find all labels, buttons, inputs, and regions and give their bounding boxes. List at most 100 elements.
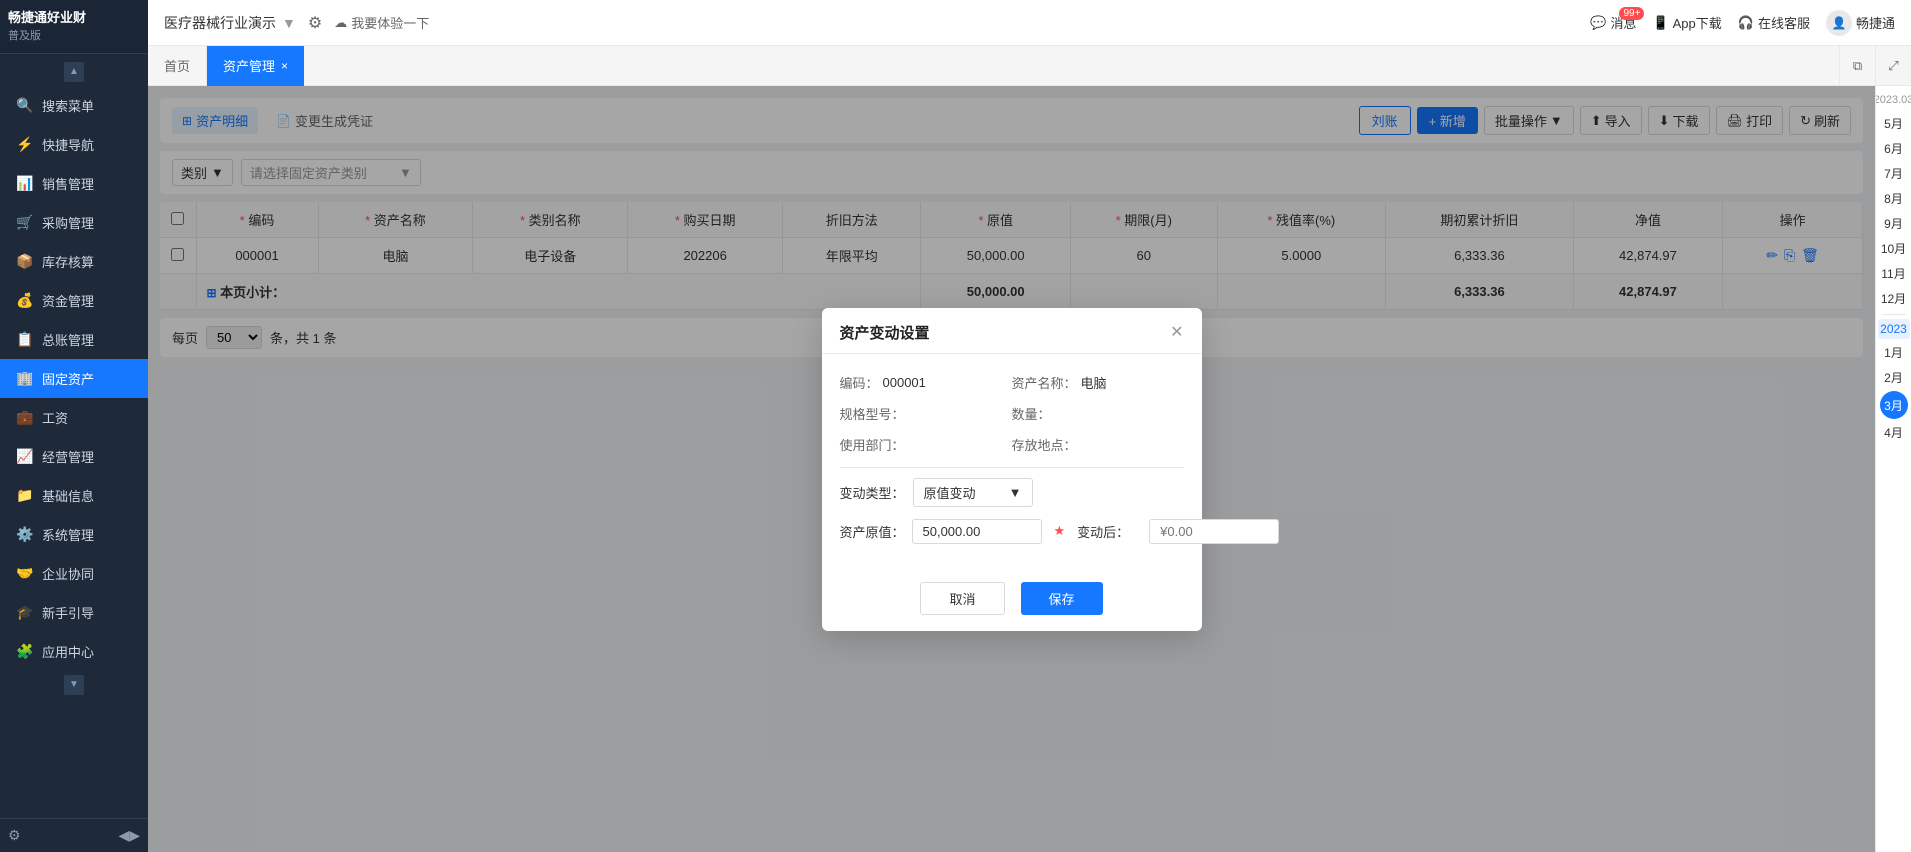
sidebar-nav: ▲ 🔍 搜索菜单 ⚡ 快捷导航 📊 销售管理 🛒 采购管理 📦 库存核算 bbox=[0, 54, 148, 818]
tab-controls: ⧉ ⤢ bbox=[1839, 46, 1911, 86]
modal-quantity-label: 数量： bbox=[1012, 404, 1051, 423]
change-type-select[interactable]: 原值变动 ▼ bbox=[913, 478, 1033, 507]
modal-name-item: 资产名称： 电脑 bbox=[1012, 370, 1184, 395]
sidebar-item-enterprise-label: 企业协同 bbox=[42, 564, 94, 583]
message-btn[interactable]: 💬 消息 99+ bbox=[1590, 13, 1636, 32]
topbar: 医疗器械行业演示 ▼ ⚙ ☁ 我要体验一下 💬 消息 99+ 📱 App下载 bbox=[148, 0, 1911, 46]
sidebar-item-inventory[interactable]: 📦 库存核算 bbox=[0, 242, 148, 281]
content-area: ⊞ 资产明细 📄 变更生成凭证 刘账 + 新增 批量操作 ▼ bbox=[148, 86, 1875, 852]
calendar-month-6[interactable]: 6月 bbox=[1878, 137, 1910, 160]
modal-footer: 取消 保存 bbox=[822, 572, 1202, 631]
tab-close-btn[interactable]: × bbox=[281, 59, 288, 73]
calendar-month-4[interactable]: 4月 bbox=[1878, 421, 1910, 444]
calendar-month-2[interactable]: 2月 bbox=[1878, 366, 1910, 389]
modal-asset-name-label: 资产名称： bbox=[1012, 373, 1077, 392]
cloud-icon: ☁ bbox=[334, 15, 347, 31]
calendar-month-5[interactable]: 5月 bbox=[1878, 112, 1910, 135]
message-icon: 💬 bbox=[1590, 15, 1606, 31]
sidebar-item-system-label: 系统管理 bbox=[42, 525, 94, 544]
collapse-sidebar-icon[interactable]: ◀▶ bbox=[118, 827, 140, 844]
tab-expand-btn[interactable]: ⤢ bbox=[1875, 46, 1911, 86]
sidebar-item-ledger-label: 总账管理 bbox=[42, 330, 94, 349]
sidebar-item-enterprise[interactable]: 🤝 企业协同 bbox=[0, 554, 148, 593]
change-type-row: 变动类型： 原值变动 ▼ bbox=[840, 478, 1184, 507]
sidebar-item-system[interactable]: ⚙️ 系统管理 bbox=[0, 515, 148, 554]
quick-nav-icon: ⚡ bbox=[16, 136, 34, 153]
modal-asset-name-value: 电脑 bbox=[1081, 373, 1107, 392]
calendar-month-7[interactable]: 7月 bbox=[1878, 162, 1910, 185]
asset-value-label: 资产原值： bbox=[840, 522, 904, 541]
sidebar-item-capital[interactable]: 💰 资金管理 bbox=[0, 281, 148, 320]
topbar-settings-icon[interactable]: ⚙ bbox=[308, 13, 322, 33]
payroll-icon: 💼 bbox=[16, 409, 34, 426]
sidebar-item-sales[interactable]: 📊 销售管理 bbox=[0, 164, 148, 203]
modal-location-item: 存放地点： bbox=[1012, 432, 1184, 457]
modal-code-value: 000001 bbox=[883, 375, 926, 390]
sidebar-item-apps[interactable]: 🧩 应用中心 bbox=[0, 632, 148, 671]
app-download-btn[interactable]: 📱 App下载 bbox=[1652, 13, 1721, 32]
sidebar-bottom: ⚙ ◀▶ bbox=[0, 818, 148, 852]
asset-value-row: 资产原值： ★ 变动后： bbox=[840, 519, 1184, 544]
sidebar-item-purchase[interactable]: 🛒 采购管理 bbox=[0, 203, 148, 242]
user-info-btn[interactable]: 👤 畅捷通 bbox=[1826, 10, 1895, 36]
enterprise-icon: 🤝 bbox=[16, 565, 34, 582]
sidebar-item-ledger[interactable]: 📋 总账管理 bbox=[0, 320, 148, 359]
sidebar-item-quick-nav[interactable]: ⚡ 快捷导航 bbox=[0, 125, 148, 164]
tab-asset-management[interactable]: 资产管理 × bbox=[207, 46, 304, 86]
cancel-btn[interactable]: 取消 bbox=[920, 582, 1004, 615]
sidebar-item-payroll[interactable]: 💼 工资 bbox=[0, 398, 148, 437]
tabbar: 首页 资产管理 × ⧉ ⤢ bbox=[148, 46, 1911, 86]
sidebar-item-search-label: 搜索菜单 bbox=[42, 96, 94, 115]
basic-icon: 📁 bbox=[16, 487, 34, 504]
experience-btn[interactable]: ☁ 我要体验一下 bbox=[334, 13, 429, 32]
modal-close-btn[interactable]: ✕ bbox=[1170, 322, 1183, 342]
sidebar-item-operation-label: 经营管理 bbox=[42, 447, 94, 466]
calendar-month-11[interactable]: 11月 bbox=[1878, 262, 1910, 285]
modal-overlay[interactable]: 资产变动设置 ✕ 编码： 000001 资产名称： bbox=[148, 86, 1875, 852]
modal-spec-item: 规格型号： bbox=[840, 401, 1012, 426]
sidebar-item-fixed-assets[interactable]: 🏢 固定资产 bbox=[0, 359, 148, 398]
scroll-up-btn[interactable]: ▲ bbox=[64, 62, 84, 82]
modal-info-grid: 编码： 000001 资产名称： 电脑 规格型号： bbox=[840, 370, 1184, 457]
modal-dept-label: 使用部门： bbox=[840, 435, 905, 454]
apps-icon: 🧩 bbox=[16, 643, 34, 660]
customer-service-btn[interactable]: 🎧 在线客服 bbox=[1738, 13, 1810, 32]
calendar-month-8[interactable]: 8月 bbox=[1878, 187, 1910, 210]
purchase-icon: 🛒 bbox=[16, 214, 34, 231]
calendar-month-9[interactable]: 9月 bbox=[1878, 212, 1910, 235]
settings-bottom-icon[interactable]: ⚙ bbox=[8, 827, 21, 844]
company-name: 医疗器械行业演示 bbox=[164, 13, 276, 33]
calendar-month-10[interactable]: 10月 bbox=[1878, 237, 1910, 260]
modal-divider bbox=[840, 467, 1184, 468]
sidebar-item-basic[interactable]: 📁 基础信息 bbox=[0, 476, 148, 515]
main-content: 医疗器械行业演示 ▼ ⚙ ☁ 我要体验一下 💬 消息 99+ 📱 App下载 bbox=[148, 0, 1911, 852]
sidebar-item-inventory-label: 库存核算 bbox=[42, 252, 94, 271]
after-value-input[interactable] bbox=[1149, 519, 1279, 544]
scroll-down-btn[interactable]: ▼ bbox=[64, 675, 84, 695]
calendar-month-3-active[interactable]: 3月 bbox=[1880, 391, 1908, 419]
calendar-year-2023[interactable]: 2023 bbox=[1878, 319, 1910, 339]
inventory-icon: 📦 bbox=[16, 253, 34, 270]
sidebar-item-guide-label: 新手引导 bbox=[42, 603, 94, 622]
modal-body: 编码： 000001 资产名称： 电脑 规格型号： bbox=[822, 354, 1202, 572]
sales-icon: 📊 bbox=[16, 175, 34, 192]
topbar-right: 💬 消息 99+ 📱 App下载 🎧 在线客服 👤 畅捷通 bbox=[1590, 10, 1895, 36]
fixed-assets-icon: 🏢 bbox=[16, 370, 34, 387]
calendar-month-1[interactable]: 1月 bbox=[1878, 341, 1910, 364]
username: 畅捷通 bbox=[1856, 13, 1895, 32]
save-btn[interactable]: 保存 bbox=[1021, 582, 1103, 615]
sidebar-item-operation[interactable]: 📈 经营管理 bbox=[0, 437, 148, 476]
sidebar-item-search[interactable]: 🔍 搜索菜单 bbox=[0, 86, 148, 125]
company-dropdown-icon: ▼ bbox=[282, 15, 296, 31]
user-avatar: 👤 bbox=[1826, 10, 1852, 36]
tab-home[interactable]: 首页 bbox=[148, 46, 207, 86]
sidebar-item-guide[interactable]: 🎓 新手引导 bbox=[0, 593, 148, 632]
sidebar-item-purchase-label: 采购管理 bbox=[42, 213, 94, 232]
asset-value-input[interactable] bbox=[912, 519, 1042, 544]
message-count: 99+ bbox=[1619, 7, 1644, 20]
calendar-month-12[interactable]: 12月 bbox=[1878, 287, 1910, 310]
tab-restore-btn[interactable]: ⧉ bbox=[1839, 46, 1875, 86]
after-label: 变动后： bbox=[1077, 522, 1141, 541]
sidebar: 畅捷通好业财 普及版 ▲ 🔍 搜索菜单 ⚡ 快捷导航 📊 销售管理 🛒 采购管理 bbox=[0, 0, 148, 852]
company-selector[interactable]: 医疗器械行业演示 ▼ bbox=[164, 13, 296, 33]
